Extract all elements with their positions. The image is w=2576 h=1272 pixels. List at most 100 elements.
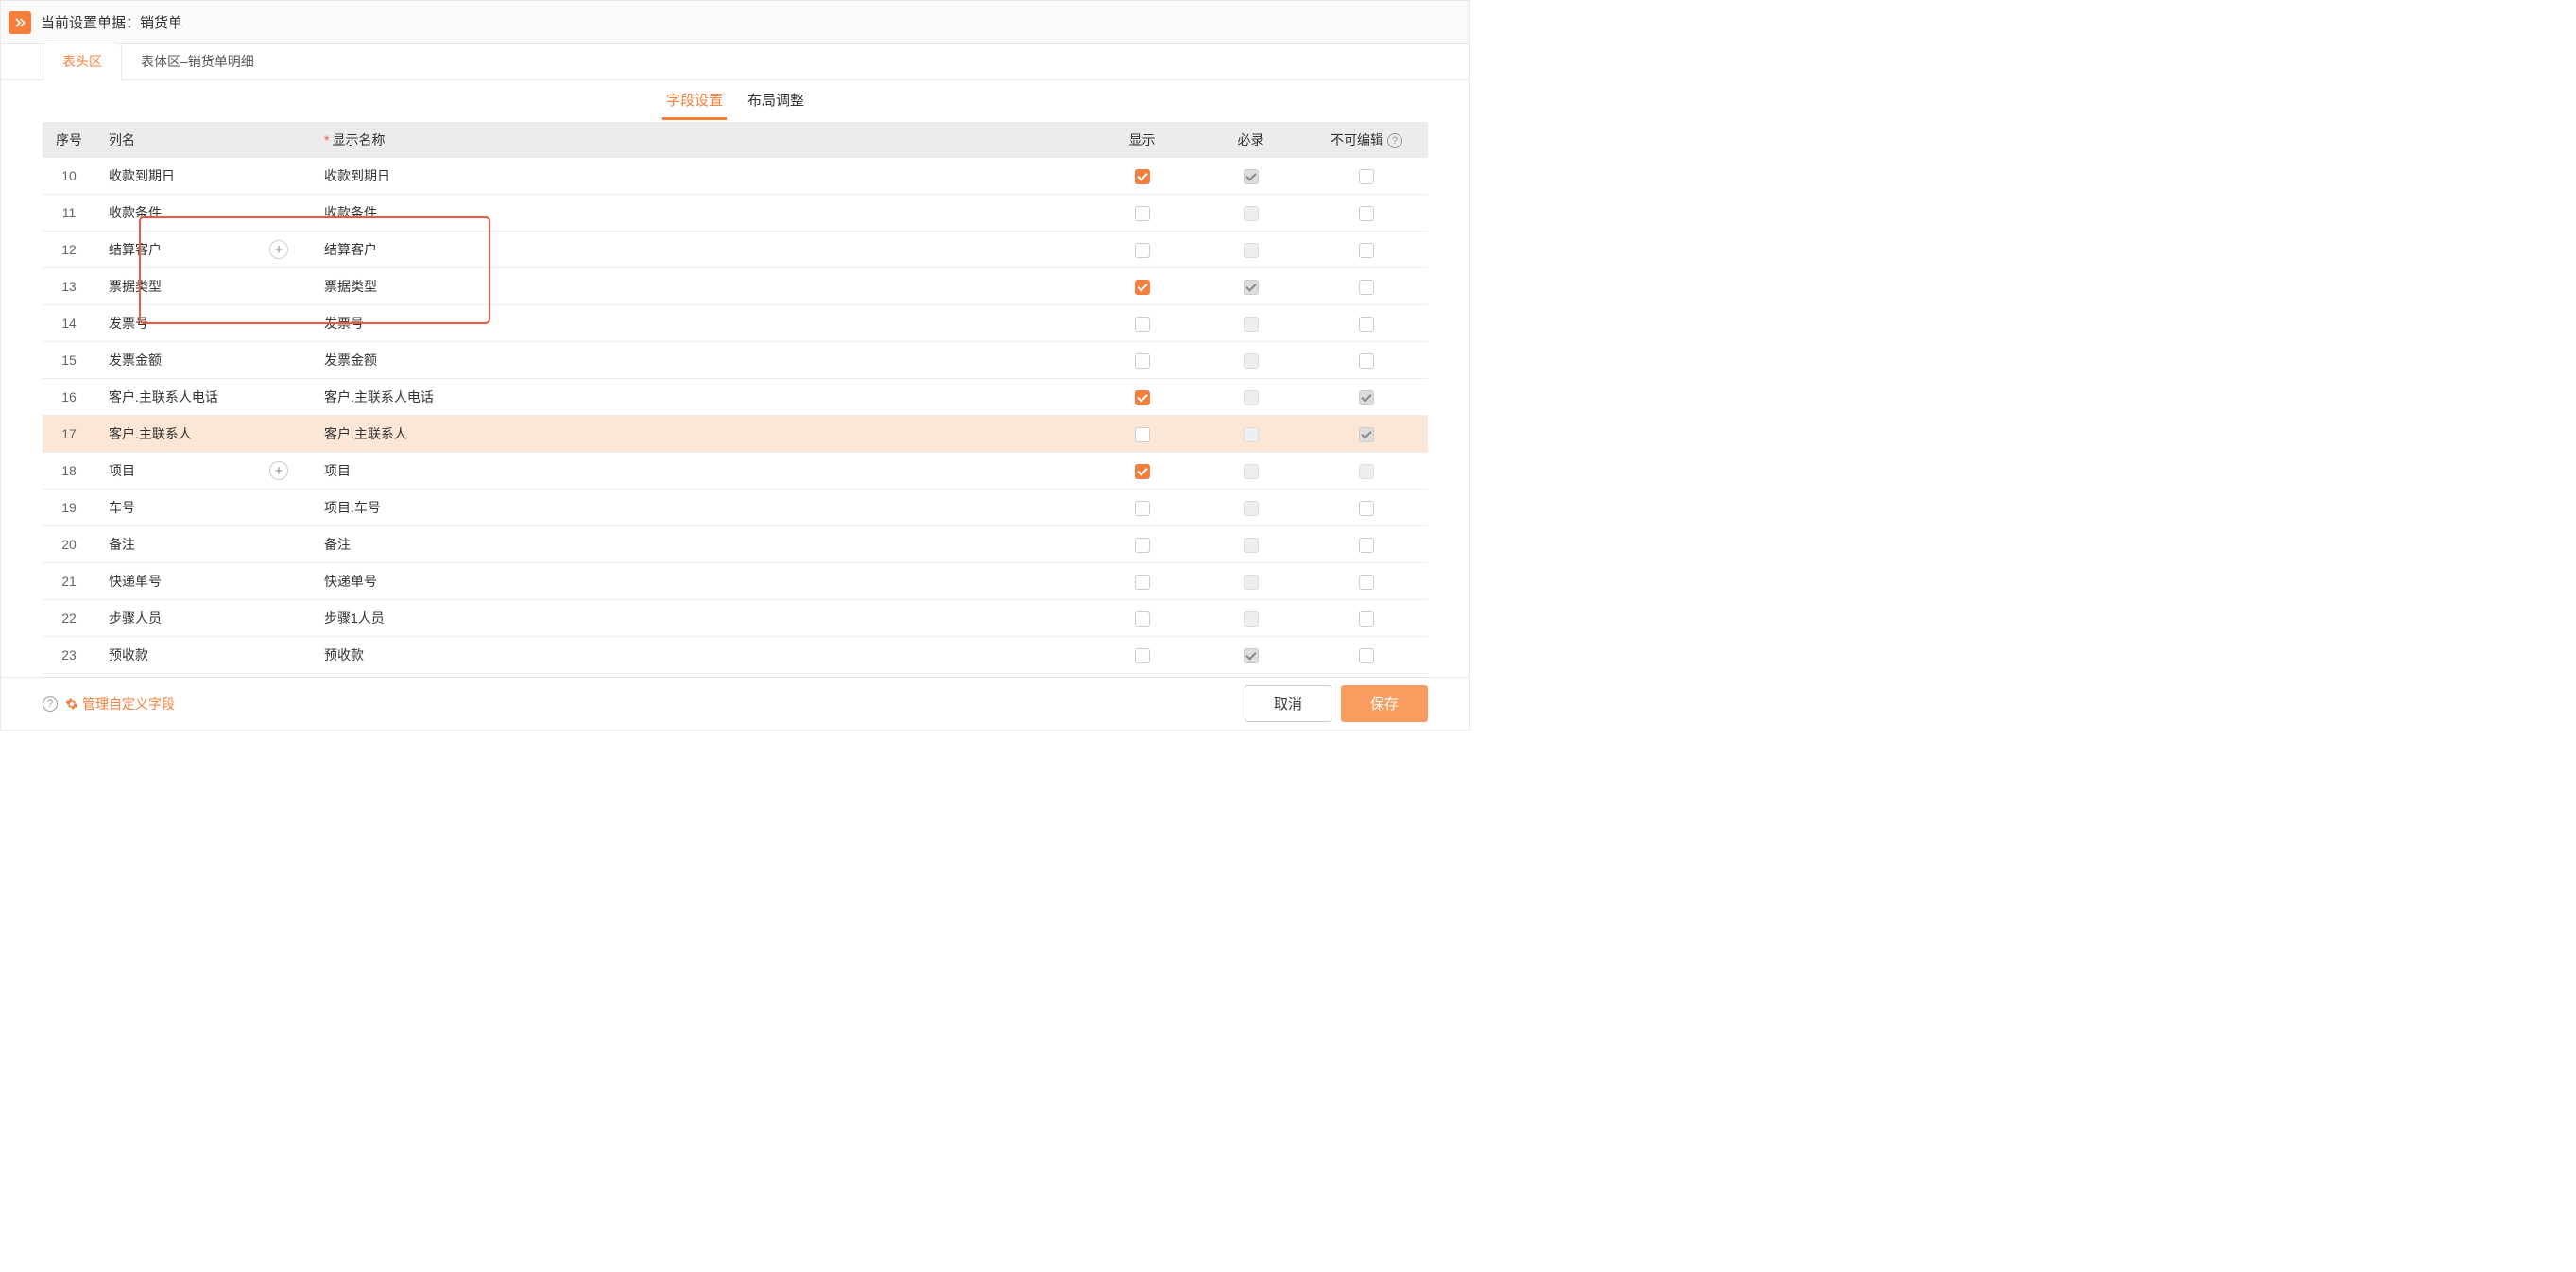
column-name-text: 收款到期日 [109, 166, 175, 185]
readonly-cell [1305, 305, 1428, 342]
show-checkbox[interactable] [1135, 280, 1150, 295]
row-display-name[interactable]: 发票号 [311, 305, 1088, 342]
column-name-text: 备注 [109, 535, 135, 554]
help-icon[interactable]: ? [1387, 133, 1402, 148]
show-checkbox[interactable] [1135, 317, 1150, 332]
table-row[interactable]: 17客户.主联系人客户.主联系人 [43, 416, 1428, 453]
row-display-name[interactable]: 票据类型 [311, 268, 1088, 305]
cancel-button[interactable]: 取消 [1245, 685, 1331, 722]
show-checkbox[interactable] [1135, 464, 1150, 479]
show-checkbox[interactable] [1135, 611, 1150, 627]
readonly-checkbox[interactable] [1359, 169, 1374, 184]
row-seq: 11 [43, 195, 95, 232]
row-display-name[interactable]: 客户.主联系人 [311, 416, 1088, 453]
add-sub-field-button[interactable]: + [269, 240, 288, 259]
show-cell [1088, 637, 1196, 674]
readonly-checkbox[interactable] [1359, 611, 1374, 627]
readonly-checkbox[interactable] [1359, 575, 1374, 590]
readonly-checkbox[interactable] [1359, 538, 1374, 553]
table-row[interactable]: 23预收款预收款 [43, 637, 1428, 674]
table-row[interactable]: 13票据类型票据类型 [43, 268, 1428, 305]
row-display-name[interactable]: 收款条件 [311, 195, 1088, 232]
readonly-checkbox[interactable] [1359, 353, 1374, 369]
column-name-text: 客户.主联系人 [109, 424, 192, 443]
table-row[interactable]: 21快递单号快递单号 [43, 563, 1428, 600]
show-cell [1088, 453, 1196, 490]
row-display-name[interactable]: 收款到期日 [311, 158, 1088, 195]
readonly-checkbox[interactable] [1359, 501, 1374, 516]
row-seq: 21 [43, 563, 95, 600]
row-display-name[interactable]: 项目 [311, 453, 1088, 490]
required-cell [1196, 342, 1305, 379]
show-checkbox[interactable] [1135, 575, 1150, 590]
col-header-required: 必录 [1196, 122, 1305, 158]
show-checkbox[interactable] [1135, 427, 1150, 442]
readonly-checkbox[interactable] [1359, 648, 1374, 663]
show-checkbox[interactable] [1135, 243, 1150, 258]
footer-left: ? 管理自定义字段 [43, 695, 175, 713]
readonly-checkbox[interactable] [1359, 206, 1374, 221]
column-name-text: 结算客户 [109, 240, 162, 259]
show-cell [1088, 342, 1196, 379]
show-cell [1088, 379, 1196, 416]
table-row[interactable]: 20备注备注 [43, 526, 1428, 563]
subtab-0[interactable]: 字段设置 [662, 82, 727, 120]
show-checkbox[interactable] [1135, 206, 1150, 221]
required-checkbox [1244, 243, 1259, 258]
tab-0[interactable]: 表头区 [43, 43, 122, 80]
table-row[interactable]: 22步骤人员步骤1人员 [43, 600, 1428, 637]
row-column-name: 发票号 [95, 305, 311, 342]
row-display-name[interactable]: 备注 [311, 526, 1088, 563]
readonly-cell [1305, 600, 1428, 637]
required-checkbox [1244, 464, 1259, 479]
col-header-seq: 序号 [43, 122, 95, 158]
show-checkbox[interactable] [1135, 538, 1150, 553]
readonly-checkbox [1359, 464, 1374, 479]
row-display-name[interactable]: 步骤1人员 [311, 600, 1088, 637]
table-row[interactable]: 11收款条件收款条件 [43, 195, 1428, 232]
row-seq: 13 [43, 268, 95, 305]
show-checkbox[interactable] [1135, 501, 1150, 516]
show-checkbox[interactable] [1135, 169, 1150, 184]
required-checkbox [1244, 169, 1259, 184]
table-row[interactable]: 16客户.主联系人电话客户.主联系人电话 [43, 379, 1428, 416]
table-row[interactable]: 18项目+项目 [43, 453, 1428, 490]
required-cell [1196, 268, 1305, 305]
required-cell [1196, 490, 1305, 526]
show-checkbox[interactable] [1135, 353, 1150, 369]
column-name-text: 客户.主联系人电话 [109, 387, 218, 406]
table-row[interactable]: 19车号项目.车号 [43, 490, 1428, 526]
expand-button[interactable] [9, 11, 31, 34]
table-wrapper: 序号 列名 *显示名称 显示 必录 不可编辑? 10收款到期日收款到期日11收款… [1, 122, 1469, 677]
table-row[interactable]: 12结算客户+结算客户 [43, 232, 1428, 268]
row-column-name: 收款到期日 [95, 158, 311, 195]
table-row[interactable]: 15发票金额发票金额 [43, 342, 1428, 379]
show-checkbox[interactable] [1135, 390, 1150, 405]
subtab-1[interactable]: 布局调整 [744, 82, 808, 120]
row-display-name[interactable]: 项目.车号 [311, 490, 1088, 526]
required-cell [1196, 637, 1305, 674]
readonly-cell [1305, 195, 1428, 232]
readonly-checkbox[interactable] [1359, 243, 1374, 258]
tab-1[interactable]: 表体区–销货单明细 [122, 43, 273, 79]
row-display-name[interactable]: 客户.主联系人电话 [311, 379, 1088, 416]
readonly-checkbox[interactable] [1359, 317, 1374, 332]
row-display-name[interactable]: 预收款 [311, 637, 1088, 674]
readonly-cell [1305, 563, 1428, 600]
col-header-display: *显示名称 [311, 122, 1088, 158]
show-checkbox[interactable] [1135, 648, 1150, 663]
row-display-name[interactable]: 结算客户 [311, 232, 1088, 268]
required-checkbox [1244, 501, 1259, 516]
save-button[interactable]: 保存 [1341, 685, 1428, 722]
show-cell [1088, 526, 1196, 563]
row-display-name[interactable]: 快递单号 [311, 563, 1088, 600]
readonly-checkbox[interactable] [1359, 280, 1374, 295]
row-display-name[interactable]: 发票金额 [311, 342, 1088, 379]
manage-custom-fields-link[interactable]: 管理自定义字段 [65, 695, 175, 713]
table-row[interactable]: 10收款到期日收款到期日 [43, 158, 1428, 195]
add-sub-field-button[interactable]: + [269, 461, 288, 480]
table-row[interactable]: 14发票号发票号 [43, 305, 1428, 342]
help-icon[interactable]: ? [43, 696, 58, 712]
required-star: * [324, 132, 329, 147]
row-column-name: 备注 [95, 526, 311, 563]
